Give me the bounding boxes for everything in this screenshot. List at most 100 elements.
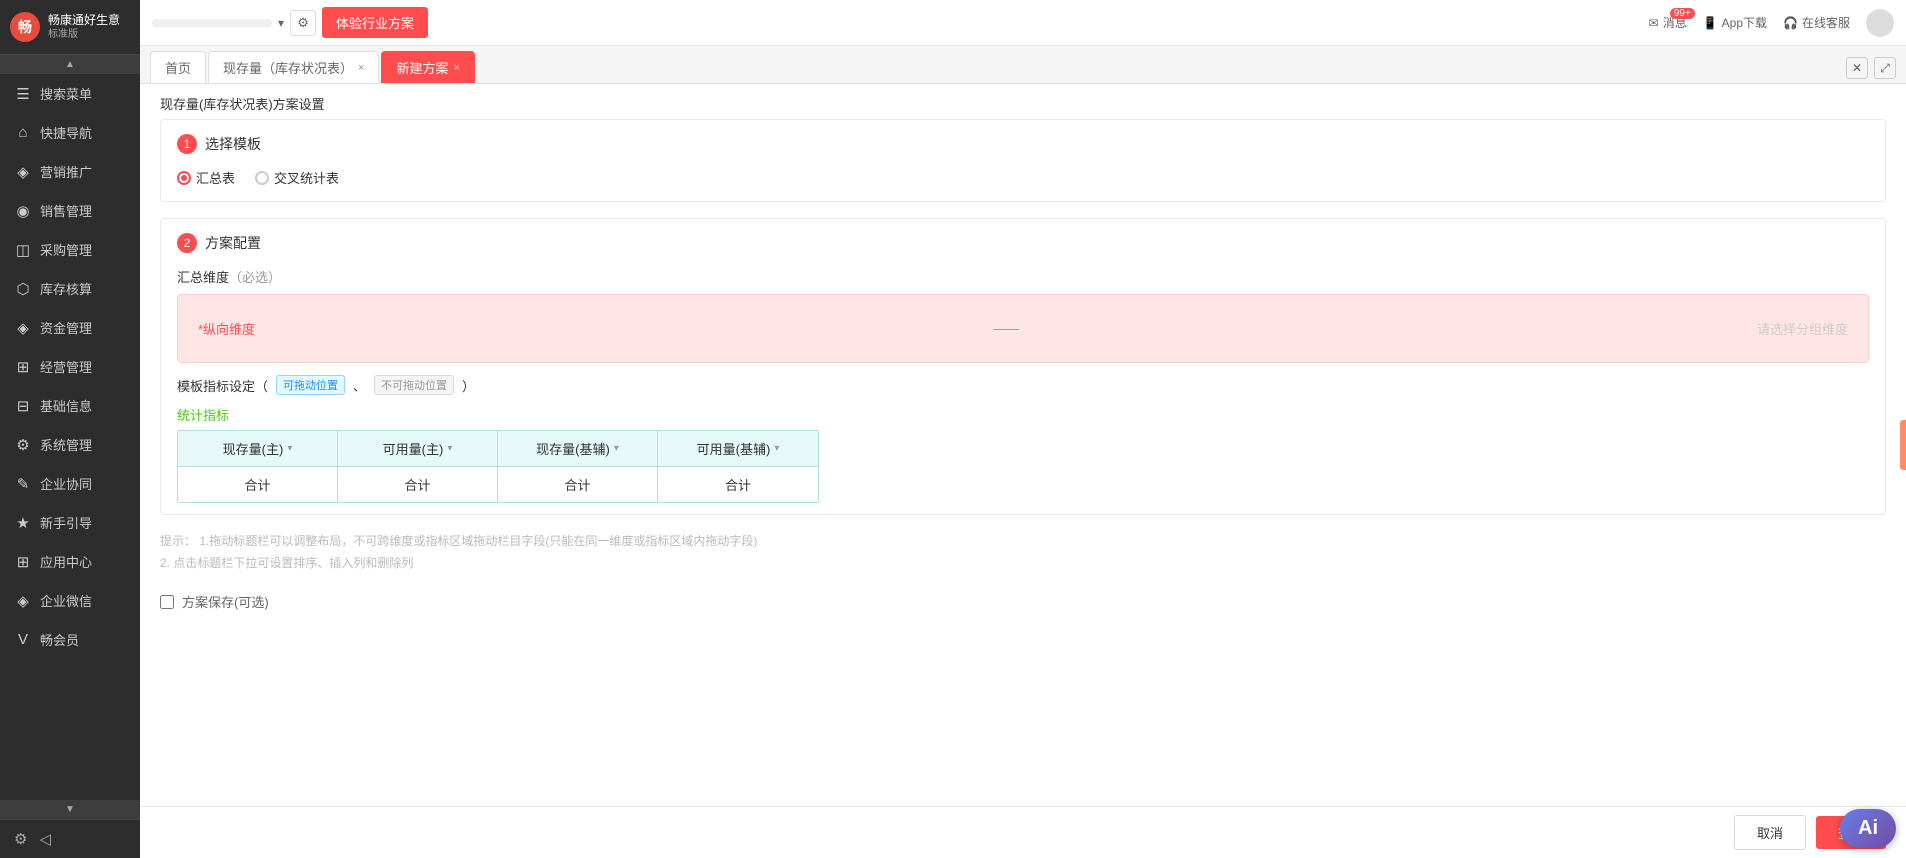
radio-cross[interactable]: 交叉统计表 — [255, 168, 339, 187]
message-icon: ✉ — [1649, 16, 1659, 30]
step1-title: 1 选择模板 — [177, 134, 1869, 154]
sidebar-item-finance[interactable]: ◈ 资金管理 — [0, 308, 140, 347]
finance-icon: ◈ — [14, 319, 32, 337]
logo-text: 畅康通好生意 标准版 — [48, 13, 120, 42]
dim-row: *纵向维度 —— 请选择分组维度 — [198, 319, 1848, 338]
sidebar-item-base-info[interactable]: ⊟ 基础信息 — [0, 386, 140, 425]
stat-header-3[interactable]: 可用量(基辅) ▾ — [658, 431, 818, 466]
message-item[interactable]: ✉ 消息 99+ — [1649, 14, 1687, 31]
app-center-icon: ⊞ — [14, 553, 32, 571]
dim-placeholder-text: 请选择分组维度 — [1757, 319, 1848, 338]
tab-close-btn[interactable]: ✕ — [1846, 57, 1868, 79]
cancel-button[interactable]: 取消 — [1734, 815, 1806, 850]
topbar: ▾ ⚙ 体验行业方案 ✉ 消息 99+ 📱 App下载 🎧 在线客服 — [140, 0, 1906, 46]
main-area: ▾ ⚙ 体验行业方案 ✉ 消息 99+ 📱 App下载 🎧 在线客服 首页 — [140, 0, 1906, 858]
sidebar-item-member[interactable]: V 畅会员 — [0, 620, 140, 659]
trial-button[interactable]: 体验行业方案 — [322, 7, 428, 38]
chevron-icon-3: ▾ — [774, 443, 779, 454]
volume-icon[interactable]: ◁ — [39, 830, 51, 848]
sidebar-item-search[interactable]: ☰ 搜索菜单 — [0, 74, 140, 113]
stat-data-0-1: 合计 — [338, 467, 498, 502]
tab-new-plan-label: 新建方案 — [396, 58, 448, 77]
message-badge: 99+ — [1670, 8, 1695, 19]
sidebar-item-quick-nav[interactable]: ⌂ 快捷导航 — [0, 113, 140, 152]
step2-title-text: 方案配置 — [205, 233, 261, 253]
sidebar-footer: ⚙ ◁ — [0, 819, 140, 858]
tab-new-plan-close[interactable]: × — [453, 62, 459, 74]
dim-section: 汇总维度（必选） *纵向维度 —— 请选择分组维度 — [177, 267, 1869, 363]
collab-icon: ✎ — [14, 475, 32, 493]
step1-title-text: 选择模板 — [205, 134, 261, 154]
sidebar-item-inventory[interactable]: ⬡ 库存核算 — [0, 269, 140, 308]
sidebar-logo: 畅 畅康通好生意 标准版 — [0, 0, 140, 55]
indicator-settings: 模板指标设定（ 可拖动位置 、 不可拖动位置 ） 统计指标 现存量(主) ▾ 可… — [177, 375, 1869, 506]
draggable-tag: 可拖动位置 — [276, 375, 345, 395]
ai-button[interactable]: Ai — [1840, 809, 1896, 848]
stat-label: 统计指标 — [177, 405, 1869, 424]
save-row: 方案保存(可选) — [140, 582, 1906, 621]
sidebar-item-purchase[interactable]: ◫ 采购管理 — [0, 230, 140, 269]
app-download-item[interactable]: 📱 App下载 — [1703, 14, 1767, 31]
step2-badge: 2 — [177, 233, 197, 253]
stat-header-2[interactable]: 现存量(基辅) ▾ — [498, 431, 658, 466]
sidebar-down-arrow[interactable]: ▼ — [0, 800, 140, 819]
no-drag-tag: 不可拖动位置 — [374, 375, 454, 395]
tab-inventory-close[interactable]: × — [358, 62, 364, 74]
dim-header: 汇总维度（必选） — [177, 267, 1869, 286]
topbar-right: ✉ 消息 99+ 📱 App下载 🎧 在线客服 — [1649, 9, 1894, 37]
stat-header-1[interactable]: 可用量(主) ▾ — [338, 431, 498, 466]
dim-vertical-area: *纵向维度 —— 请选择分组维度 — [177, 294, 1869, 363]
search-menu-icon: ☰ — [14, 85, 32, 103]
radio-summary-circle — [177, 171, 191, 185]
wechat-icon: ◈ — [14, 592, 32, 610]
radio-summary[interactable]: 汇总表 — [177, 168, 235, 187]
indicator-label-sep: 、 — [353, 376, 366, 395]
tab-home[interactable]: 首页 — [150, 51, 206, 83]
content-area: 现存量(库存状况表)方案设置 1 选择模板 汇总表 交叉统计表 — [140, 84, 1906, 806]
sidebar: 畅 畅康通好生意 标准版 ▲ ☰ 搜索菜单 ⌂ 快捷导航 ◈ 营销推广 ◉ 销售… — [0, 0, 140, 858]
indicator-label: 模板指标设定（ 可拖动位置 、 不可拖动位置 ） — [177, 375, 1869, 395]
step1-section: 1 选择模板 汇总表 交叉统计表 — [160, 119, 1886, 202]
topbar-left: ▾ ⚙ 体验行业方案 — [152, 7, 1641, 38]
user-avatar[interactable] — [1866, 9, 1894, 37]
sidebar-item-ops[interactable]: ⊞ 经营管理 — [0, 347, 140, 386]
chevron-icon-2: ▾ — [614, 443, 619, 454]
tab-new-plan[interactable]: 新建方案 × — [381, 51, 474, 83]
save-checkbox[interactable] — [160, 595, 174, 609]
sidebar-item-collab[interactable]: ✎ 企业协同 — [0, 464, 140, 503]
sidebar-up-arrow[interactable]: ▲ — [0, 55, 140, 74]
step2-section: 2 方案配置 汇总维度（必选） *纵向维度 —— 请选择分组维度 — [160, 218, 1886, 515]
sidebar-item-sales[interactable]: ◉ 销售管理 — [0, 191, 140, 230]
radio-cross-circle — [255, 171, 269, 185]
inventory-icon: ⬡ — [14, 280, 32, 298]
sidebar-item-wechat[interactable]: ◈ 企业微信 — [0, 581, 140, 620]
home-icon: ⌂ — [14, 124, 32, 141]
settings-icon[interactable]: ⚙ — [14, 830, 27, 848]
stat-header-0[interactable]: 现存量(主) ▾ — [178, 431, 338, 466]
logo-icon: 畅 — [10, 12, 40, 42]
sidebar-item-app-center[interactable]: ⊞ 应用中心 — [0, 542, 140, 581]
member-icon: V — [14, 631, 32, 648]
topbar-gear-btn[interactable]: ⚙ — [290, 10, 316, 36]
sidebar-item-newbie[interactable]: ★ 新手引导 — [0, 503, 140, 542]
tab-expand-btn[interactable]: ⤢ — [1874, 57, 1896, 79]
sidebar-item-marketing[interactable]: ◈ 营销推广 — [0, 152, 140, 191]
radio-cross-label: 交叉统计表 — [274, 168, 339, 187]
purchase-icon: ◫ — [14, 241, 32, 259]
page-title: 现存量(库存状况表)方案设置 — [140, 84, 1906, 119]
online-service-item[interactable]: 🎧 在线客服 — [1783, 14, 1850, 31]
dim-required-label: *纵向维度 — [198, 319, 255, 338]
stat-data-0-2: 合计 — [498, 467, 658, 502]
tab-inventory[interactable]: 现存量（库存状况表） × — [208, 51, 379, 83]
radio-summary-dot — [181, 175, 187, 181]
phone-icon: 📱 — [1703, 16, 1718, 30]
sales-icon: ◉ — [14, 202, 32, 220]
system-icon: ⚙ — [14, 436, 32, 454]
topbar-search-display — [152, 19, 272, 27]
stat-data-0-3: 合计 — [658, 467, 818, 502]
topbar-dropdown[interactable]: ▾ — [278, 16, 284, 30]
step1-badge: 1 — [177, 134, 197, 154]
stat-data-0-0: 合计 — [178, 467, 338, 502]
sidebar-scroll: ☰ 搜索菜单 ⌂ 快捷导航 ◈ 营销推广 ◉ 销售管理 ◫ 采购管理 ⬡ 库存核… — [0, 74, 140, 800]
sidebar-item-system[interactable]: ⚙ 系统管理 — [0, 425, 140, 464]
